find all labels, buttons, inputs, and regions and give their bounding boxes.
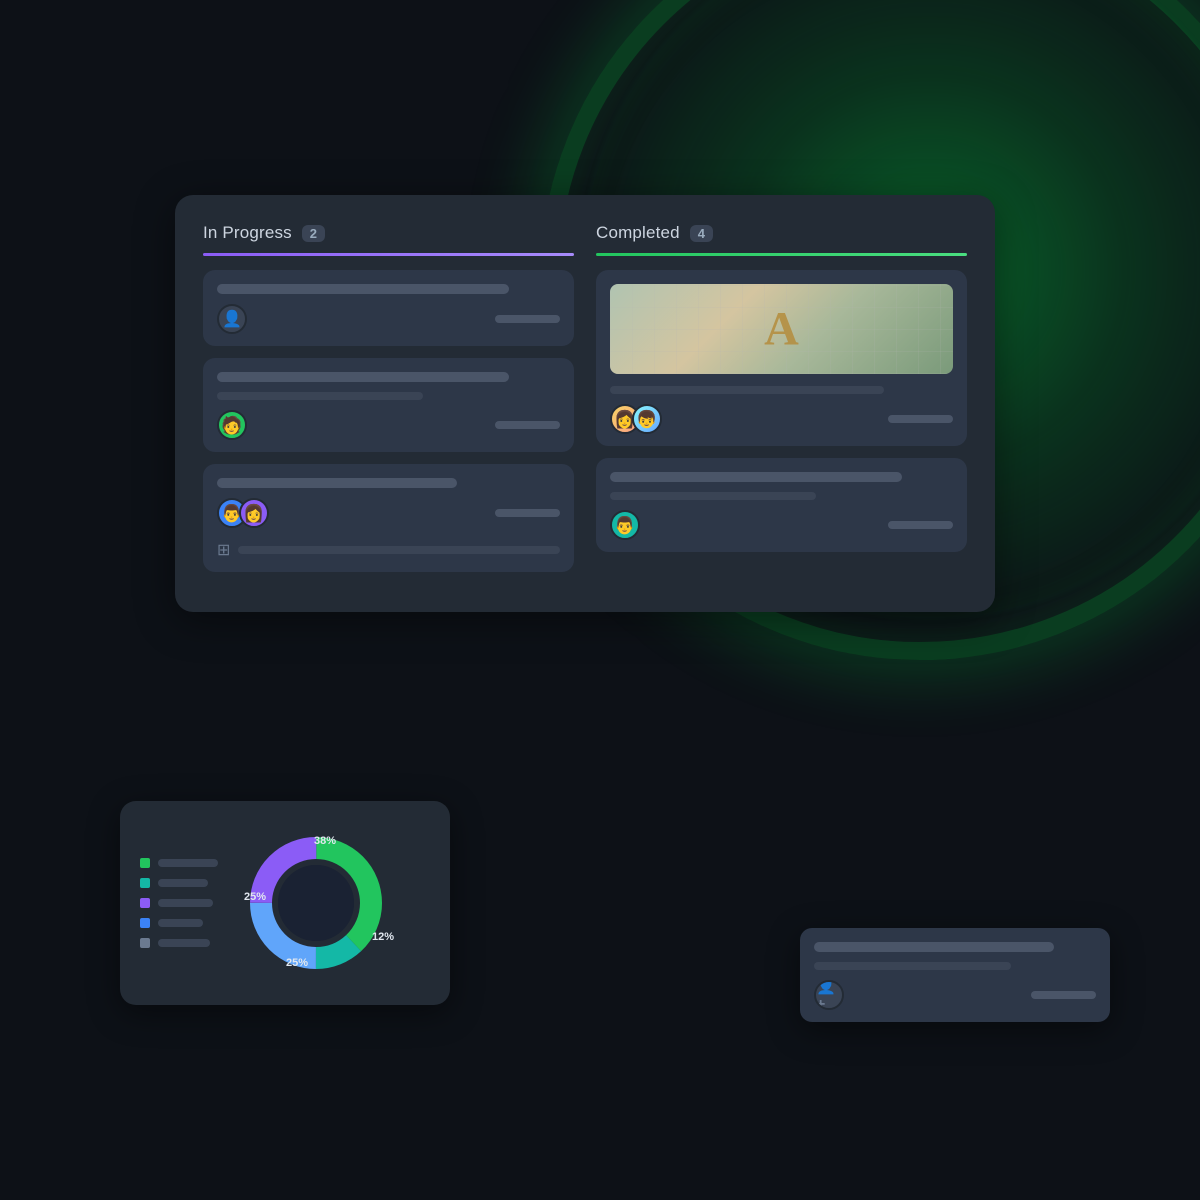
legend-bar-4 [158, 919, 203, 927]
tag-pill-3 [495, 509, 560, 517]
column-header-completed: Completed 4 [596, 223, 967, 243]
task-card-5[interactable]: 👨 [596, 458, 967, 552]
table-icon-3: ⊞ [217, 540, 230, 560]
avatar-group-4: 👩 👦 [610, 404, 662, 434]
donut-chart-svg [236, 823, 396, 983]
person-icon-1: 👤 [222, 309, 242, 329]
sub-bar-3 [238, 546, 560, 554]
floating-sub-bar [814, 962, 1011, 970]
task-meta-3: 👨 👩 [217, 498, 560, 528]
avatar-3b: 👩 [239, 498, 269, 528]
task-card-4[interactable]: 👩 👦 [596, 270, 967, 446]
avatar-5a: 👨 [610, 510, 640, 540]
column-in-progress: In Progress 2 👤 🧑 [203, 223, 574, 584]
floating-avatar-group: 👤+ [814, 980, 844, 1010]
task-meta-1: 👤 [217, 304, 560, 334]
legend-bar-2 [158, 879, 208, 887]
column-badge-completed: 4 [690, 225, 713, 242]
avatar-face-5a: 👨 [614, 517, 635, 534]
task-title-bar-2 [217, 372, 509, 382]
avatar-group-5: 👨 [610, 510, 640, 540]
legend-bar-1 [158, 859, 218, 867]
chart-widget: 38% 25% 12% 25% [120, 801, 450, 1005]
add-person-icon: 👤+ [816, 980, 842, 1010]
avatar-group-2: 🧑 [217, 410, 247, 440]
task-meta-2: 🧑 [217, 410, 560, 440]
task-title-bar-1 [217, 284, 509, 294]
tag-pill-5 [888, 521, 953, 529]
tag-pill-1 [495, 315, 560, 323]
avatar-placeholder-1: 👤 [217, 304, 247, 334]
legend-dot-3 [140, 898, 150, 908]
avatar-face-4b: 👦 [636, 411, 657, 428]
avatar-face-2a: 🧑 [221, 417, 242, 434]
floating-card[interactable]: 👤+ [800, 928, 1110, 1022]
sub-bar-4 [610, 386, 884, 394]
column-title-completed: Completed [596, 223, 680, 243]
avatar-group-1: 👤 [217, 304, 247, 334]
legend-item-1 [140, 858, 218, 868]
task-title-bar-5 [610, 472, 902, 482]
card-bottom-3: ⊞ [217, 540, 560, 560]
add-person-avatar[interactable]: 👤+ [814, 980, 844, 1010]
avatar-4b: 👦 [632, 404, 662, 434]
column-badge-in-progress: 2 [302, 225, 325, 242]
column-completed: Completed 4 👩 👦 [596, 223, 967, 584]
task-title-bar-3 [217, 478, 457, 488]
column-underline-in-progress [203, 253, 574, 256]
legend-item-2 [140, 878, 218, 888]
task-card-1[interactable]: 👤 [203, 270, 574, 346]
task-image-art-4 [610, 284, 953, 374]
task-card-2[interactable]: 🧑 [203, 358, 574, 452]
avatar-2a: 🧑 [217, 410, 247, 440]
floating-task-meta: 👤+ [814, 980, 1096, 1010]
floating-tag-pill [1031, 991, 1096, 999]
sub-bar-5 [610, 492, 816, 500]
task-card-3[interactable]: 👨 👩 ⊞ [203, 464, 574, 572]
task-meta-4: 👩 👦 [610, 404, 953, 434]
legend-item-3 [140, 898, 218, 908]
floating-title-bar [814, 942, 1054, 952]
legend-dot-1 [140, 858, 150, 868]
tag-pill-4 [888, 415, 953, 423]
donut-chart-container: 38% 25% 12% 25% [236, 823, 396, 983]
legend-bar-5 [158, 939, 210, 947]
legend-dot-2 [140, 878, 150, 888]
legend-bar-3 [158, 899, 213, 907]
chart-legend [140, 858, 218, 948]
column-underline-completed [596, 253, 967, 256]
legend-item-5 [140, 938, 218, 948]
sub-bar-2 [217, 392, 423, 400]
legend-dot-4 [140, 918, 150, 928]
column-header-in-progress: In Progress 2 [203, 223, 574, 243]
avatar-group-3: 👨 👩 [217, 498, 269, 528]
task-card-image-4 [610, 284, 953, 374]
avatar-face-3b: 👩 [243, 505, 264, 522]
column-title-in-progress: In Progress [203, 223, 292, 243]
tag-pill-2 [495, 421, 560, 429]
legend-item-4 [140, 918, 218, 928]
kanban-board: In Progress 2 👤 🧑 [175, 195, 995, 612]
donut-center-overlay [278, 865, 354, 941]
legend-dot-5 [140, 938, 150, 948]
task-meta-5: 👨 [610, 510, 953, 540]
